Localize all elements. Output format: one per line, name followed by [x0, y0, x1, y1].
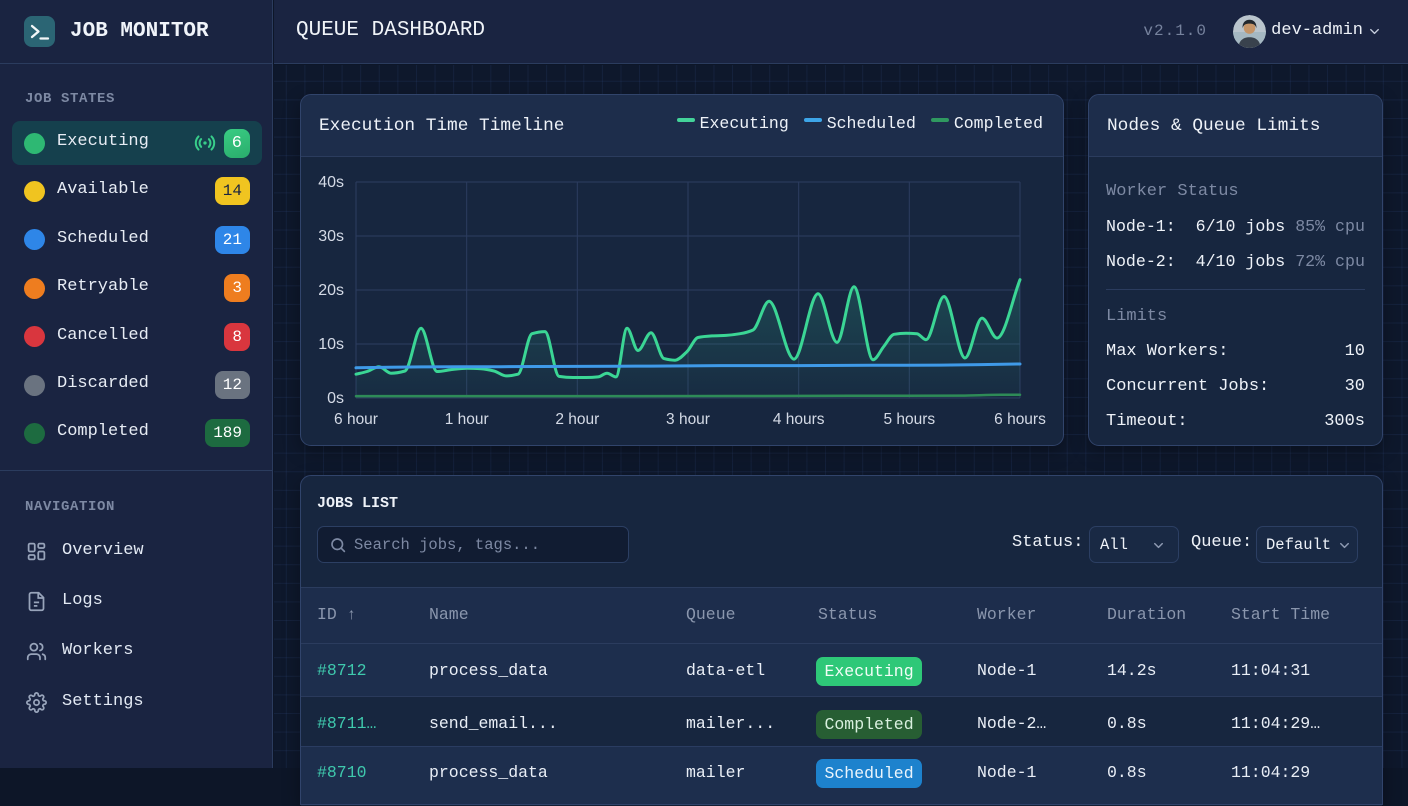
svg-text:6 hours: 6 hours — [994, 411, 1046, 428]
svg-text:3 hour: 3 hour — [666, 411, 710, 428]
svg-text:40s: 40s — [318, 174, 344, 191]
svg-text:2 hour: 2 hour — [555, 411, 599, 428]
svg-text:4 hours: 4 hours — [773, 411, 825, 428]
svg-text:5 hours: 5 hours — [883, 411, 935, 428]
svg-text:20s: 20s — [318, 282, 344, 299]
svg-text:1 hour: 1 hour — [445, 411, 489, 428]
svg-text:30s: 30s — [318, 228, 344, 245]
svg-text:10s: 10s — [318, 336, 344, 353]
svg-text:0s: 0s — [327, 390, 344, 407]
svg-text:6 hour: 6 hour — [334, 411, 378, 428]
